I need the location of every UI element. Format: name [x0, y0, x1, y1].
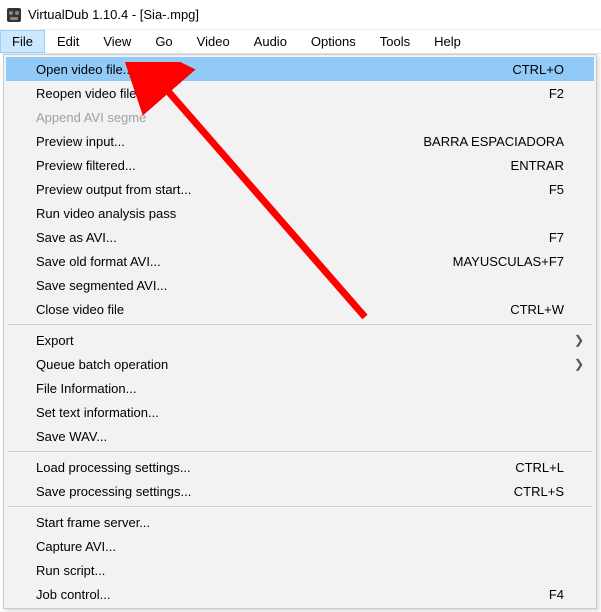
menu-item-preview-input[interactable]: Preview input... BARRA ESPACIADORA: [6, 129, 594, 153]
menu-item-label: Start frame server...: [36, 515, 414, 530]
menu-item-label: Load processing settings...: [36, 460, 414, 475]
menu-item-shortcut: F4: [414, 587, 564, 602]
menu-view[interactable]: View: [91, 30, 143, 53]
menu-item-shortcut: F2: [414, 86, 564, 101]
menu-separator: [8, 451, 592, 452]
menu-item-set-text[interactable]: Set text information...: [6, 400, 594, 424]
menu-item-label: Preview input...: [36, 134, 414, 149]
menu-item-save-old-avi[interactable]: Save old format AVI... MAYUSCULAS+F7: [6, 249, 594, 273]
menu-item-label: Job control...: [36, 587, 414, 602]
menu-item-shortcut: F5: [414, 182, 564, 197]
menu-item-preview-filtered[interactable]: Preview filtered... ENTRAR: [6, 153, 594, 177]
menu-item-label: Reopen video file: [36, 86, 414, 101]
menu-item-label: Close video file: [36, 302, 414, 317]
menu-item-append-avi: Append AVI segme: [6, 105, 594, 129]
menu-item-open-video[interactable]: Open video file... CTRL+O: [6, 57, 594, 81]
menu-item-label: Preview filtered...: [36, 158, 414, 173]
app-icon: [6, 7, 22, 23]
menu-item-job-control[interactable]: Job control... F4: [6, 582, 594, 606]
menu-item-label: Run video analysis pass: [36, 206, 414, 221]
menu-item-shortcut: CTRL+S: [414, 484, 564, 499]
menu-item-queue-batch[interactable]: Queue batch operation ❯: [6, 352, 594, 376]
menu-audio[interactable]: Audio: [242, 30, 299, 53]
menu-item-label: Preview output from start...: [36, 182, 414, 197]
menu-item-export[interactable]: Export ❯: [6, 328, 594, 352]
menu-go[interactable]: Go: [143, 30, 184, 53]
menu-item-label: Save processing settings...: [36, 484, 414, 499]
menu-item-save-segmented[interactable]: Save segmented AVI...: [6, 273, 594, 297]
menu-item-shortcut: ENTRAR: [414, 158, 564, 173]
menu-item-shortcut: CTRL+L: [414, 460, 564, 475]
menu-item-label: File Information...: [36, 381, 414, 396]
menu-item-label: Save old format AVI...: [36, 254, 414, 269]
menu-item-run-analysis[interactable]: Run video analysis pass: [6, 201, 594, 225]
menu-item-shortcut: CTRL+O: [414, 62, 564, 77]
titlebar: VirtualDub 1.10.4 - [Sia-.mpg]: [0, 0, 601, 30]
menu-separator: [8, 506, 592, 507]
menu-item-shortcut: BARRA ESPACIADORA: [414, 134, 564, 149]
file-dropdown-menu: Open video file... CTRL+O Reopen video f…: [3, 54, 597, 609]
menu-item-run-script[interactable]: Run script...: [6, 558, 594, 582]
menu-video[interactable]: Video: [185, 30, 242, 53]
menu-item-load-settings[interactable]: Load processing settings... CTRL+L: [6, 455, 594, 479]
menu-tools[interactable]: Tools: [368, 30, 422, 53]
menu-item-preview-output[interactable]: Preview output from start... F5: [6, 177, 594, 201]
menu-item-shortcut: MAYUSCULAS+F7: [414, 254, 564, 269]
menu-item-close-video[interactable]: Close video file CTRL+W: [6, 297, 594, 321]
menu-item-shortcut: CTRL+W: [414, 302, 564, 317]
menu-item-save-avi[interactable]: Save as AVI... F7: [6, 225, 594, 249]
menu-item-label: Export: [36, 333, 564, 348]
menu-item-capture-avi[interactable]: Capture AVI...: [6, 534, 594, 558]
menu-options[interactable]: Options: [299, 30, 368, 53]
menu-item-file-info[interactable]: File Information...: [6, 376, 594, 400]
menu-help[interactable]: Help: [422, 30, 473, 53]
window-title: VirtualDub 1.10.4 - [Sia-.mpg]: [28, 7, 199, 22]
menu-item-label: Open video file...: [36, 62, 414, 77]
menu-item-label: Run script...: [36, 563, 414, 578]
menu-item-reopen-video[interactable]: Reopen video file F2: [6, 81, 594, 105]
menu-item-save-settings[interactable]: Save processing settings... CTRL+S: [6, 479, 594, 503]
menu-edit[interactable]: Edit: [45, 30, 91, 53]
menu-item-label: Save segmented AVI...: [36, 278, 414, 293]
menubar: File Edit View Go Video Audio Options To…: [0, 30, 601, 54]
menu-separator: [8, 324, 592, 325]
menu-item-start-frame-server[interactable]: Start frame server...: [6, 510, 594, 534]
menu-item-label: Capture AVI...: [36, 539, 414, 554]
chevron-right-icon: ❯: [574, 357, 584, 371]
menu-file[interactable]: File: [0, 30, 45, 53]
menu-item-label: Save as AVI...: [36, 230, 414, 245]
menu-item-label: Set text information...: [36, 405, 414, 420]
menu-item-label: Append AVI segme: [36, 110, 414, 125]
chevron-right-icon: ❯: [574, 333, 584, 347]
menu-item-shortcut: F7: [414, 230, 564, 245]
menu-item-label: Queue batch operation: [36, 357, 564, 372]
menu-item-label: Save WAV...: [36, 429, 414, 444]
menu-item-save-wav[interactable]: Save WAV...: [6, 424, 594, 448]
